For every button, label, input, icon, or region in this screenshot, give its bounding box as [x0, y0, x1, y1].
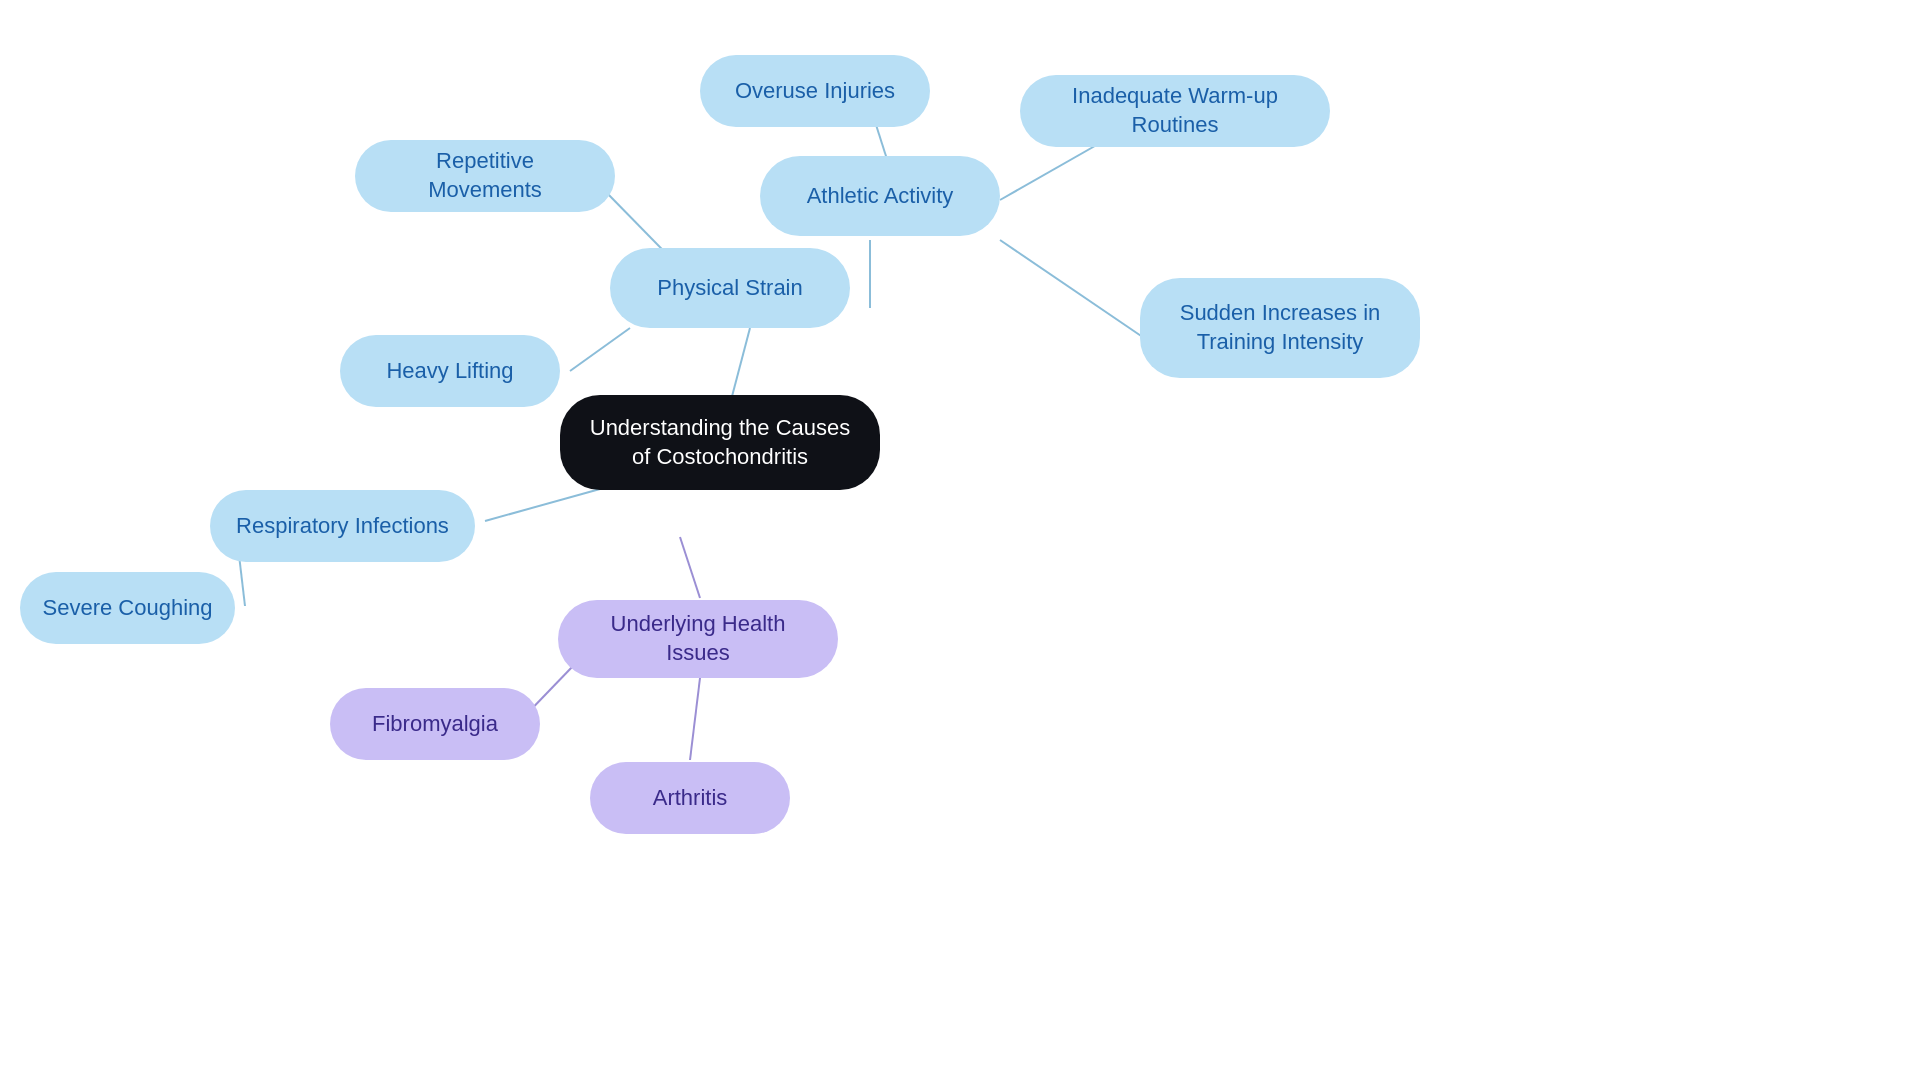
respiratory-infections-node: Respiratory Infections — [210, 490, 475, 562]
overuse-injuries-label: Overuse Injuries — [735, 77, 895, 106]
inadequate-warmup-label: Inadequate Warm-up Routines — [1042, 82, 1308, 139]
repetitive-movements-node: Repetitive Movements — [355, 140, 615, 212]
athletic-activity-node: Athletic Activity — [760, 156, 1000, 236]
svg-line-6 — [1000, 240, 1150, 342]
inadequate-warmup-node: Inadequate Warm-up Routines — [1020, 75, 1330, 147]
severe-coughing-node: Severe Coughing — [20, 572, 235, 644]
repetitive-movements-label: Repetitive Movements — [377, 147, 593, 204]
underlying-health-issues-node: Underlying Health Issues — [558, 600, 838, 678]
physical-strain-label: Physical Strain — [657, 274, 803, 303]
center-label: Understanding the Causes of Costochondri… — [582, 414, 858, 471]
arthritis-label: Arthritis — [653, 784, 728, 813]
svg-line-9 — [680, 537, 700, 598]
heavy-lifting-label: Heavy Lifting — [386, 357, 513, 386]
arthritis-node: Arthritis — [590, 762, 790, 834]
sudden-increases-node: Sudden Increases in Training Intensity — [1140, 278, 1420, 378]
respiratory-infections-label: Respiratory Infections — [236, 512, 449, 541]
underlying-health-issues-label: Underlying Health Issues — [580, 610, 816, 667]
center-node: Understanding the Causes of Costochondri… — [560, 395, 880, 490]
overuse-injuries-node: Overuse Injuries — [700, 55, 930, 127]
athletic-activity-label: Athletic Activity — [807, 182, 954, 211]
svg-line-11 — [690, 678, 700, 760]
sudden-increases-label: Sudden Increases in Training Intensity — [1162, 299, 1398, 356]
heavy-lifting-node: Heavy Lifting — [340, 335, 560, 407]
physical-strain-node: Physical Strain — [610, 248, 850, 328]
svg-line-2 — [570, 328, 630, 371]
fibromyalgia-node: Fibromyalgia — [330, 688, 540, 760]
fibromyalgia-label: Fibromyalgia — [372, 710, 498, 739]
severe-coughing-label: Severe Coughing — [42, 594, 212, 623]
svg-line-7 — [485, 489, 600, 521]
